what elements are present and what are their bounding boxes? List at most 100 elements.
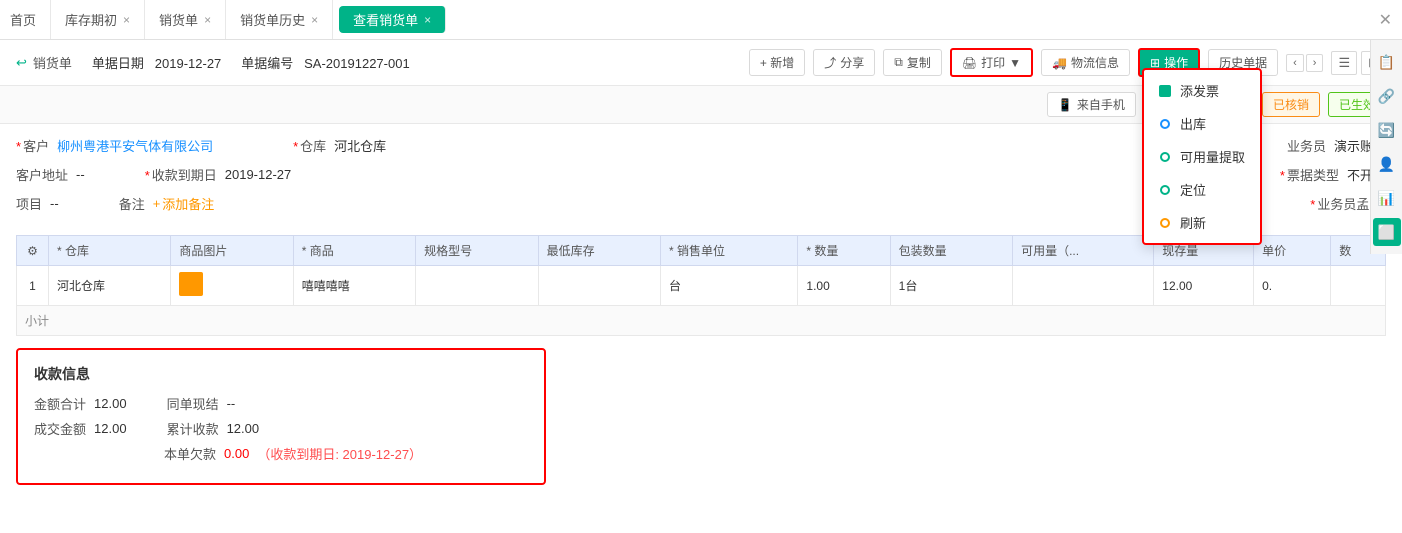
col-min-stock: 最低库存 [538,236,660,266]
sidebar-icon-5[interactable]: 📊 [1373,184,1401,212]
warehouse-value: 河北仓库 [334,136,386,155]
payment-due-label: 收款到期日 [145,165,217,184]
locate-item[interactable]: 定位 [1144,173,1260,206]
row-image [171,266,293,306]
ticket-type-label: 票据类型 [1280,165,1339,184]
tab-close-sales[interactable]: × [204,13,211,27]
refresh-icon [1158,216,1172,230]
col-settings[interactable]: ⚙ [17,236,49,266]
subtotal-label: 小计 [17,306,1386,336]
logistics-button[interactable]: 🚚 物流信息 [1041,49,1130,76]
remark-label: 备注 [119,194,145,213]
tab-view-sales[interactable]: 查看销货单 × [339,6,446,33]
logistics-icon: 🚚 [1052,56,1067,70]
col-warehouse: * 仓库 [49,236,171,266]
project-value: -- [50,196,59,211]
amount-total-label: 金额合计 [34,394,86,413]
customer-value[interactable]: 柳州粤港平安气体有限公司 [57,136,213,155]
sales-order-icon: ↩ [16,55,27,71]
payment-row-2: 成交金额 12.00 累计收款 12.00 [34,419,528,438]
warehouse-label: 仓库 [293,136,326,155]
list-view-icon[interactable]: ☰ [1331,51,1357,75]
col-qty: * 数量 [798,236,890,266]
tab-inventory-init[interactable]: 库存期初 × [51,0,145,39]
row-num: 1 [17,266,49,306]
refresh-item[interactable]: 刷新 [1144,206,1260,239]
amount-total-value: 12.00 [94,396,127,411]
same-order-label: 同单现结 [167,394,219,413]
print-button[interactable]: 🖨 打印 ▼ [950,48,1033,77]
sidebar-icon-expand[interactable]: ⬜ [1373,218,1401,246]
customer-label: 客户 [16,136,49,155]
row-unit: 台 [660,266,797,306]
table-section: ⚙ * 仓库 商品图片 * 商品 规格型号 最低库存 * 销售单位 * 数量 包… [0,235,1402,336]
row-extra [1331,266,1386,306]
payment-row-1: 金额合计 12.00 同单现结 -- [34,394,528,413]
warehouse-field: 仓库 河北仓库 [293,136,386,155]
due-label: 本单欠款 [164,444,216,463]
project-label: 项目 [16,194,42,213]
address-label: 客户地址 [16,165,68,184]
operation-dropdown: 添发票 出库 可用量提取 定位 刷新 [1142,68,1262,245]
row-unit-price: 0. [1254,266,1331,306]
row-product: 嘻嘻嘻嘻 [293,266,415,306]
out-warehouse-item[interactable]: 出库 [1144,107,1260,140]
sidebar-icon-1[interactable]: 📋 [1373,48,1401,76]
due-value: 0.00 [224,446,249,461]
col-image: 商品图片 [171,236,293,266]
nav-arrows: ‹ › [1286,54,1323,72]
sidebar-icon-4[interactable]: 👤 [1373,150,1401,178]
copy-icon: ⧉ [894,55,903,70]
prev-button[interactable]: ‹ [1286,54,1304,72]
row-min-stock [538,266,660,306]
right-sidebar: 📋 🔗 🔄 👤 📊 ⬜ [1370,40,1402,254]
product-image [179,272,203,296]
payment-title: 收款信息 [34,364,528,384]
available-qty-icon [1158,150,1172,164]
available-qty-item[interactable]: 可用量提取 [1144,140,1260,173]
doc-meta: 单据日期 2019-12-27 单据编号 SA-20191227-001 [92,53,410,72]
staff-label: 业务员 [1287,136,1326,155]
col-spec: 规格型号 [416,236,538,266]
address-field: 客户地址 -- [16,165,85,184]
tab-close-history[interactable]: × [311,13,318,27]
project-field: 项目 -- [16,194,59,213]
col-product: * 商品 [293,236,415,266]
add-remark-button[interactable]: + 添加备注 [153,194,215,213]
tab-sales-history[interactable]: 销货单历史 × [226,0,333,39]
sidebar-icon-3[interactable]: 🔄 [1373,116,1401,144]
row-available [1013,266,1154,306]
share-button[interactable]: ⤴ 分享 [813,49,875,76]
from-phone-button[interactable]: 📱 来自手机 [1047,92,1136,117]
row-pack: 1台 [890,266,1012,306]
row-qty: 1.00 [798,266,890,306]
share-icon: ⤴ [824,54,836,71]
out-warehouse-icon [1158,117,1172,131]
col-unit-price: 单价 [1254,236,1331,266]
add-invoice-item[interactable]: 添发票 [1144,74,1260,107]
tab-close-view[interactable]: × [424,13,431,27]
transaction-amount-label: 成交金额 [34,419,86,438]
copy-button[interactable]: ⧉ 复制 [883,49,942,76]
row-warehouse: 河北仓库 [49,266,171,306]
transaction-amount-value: 12.00 [94,421,127,436]
address-value: -- [76,167,85,182]
col-unit: * 销售单位 [660,236,797,266]
tab-close-inventory[interactable]: × [123,13,130,27]
tab-sales-order[interactable]: 销货单 × [145,0,226,39]
window-close-button[interactable]: ✕ [1379,10,1392,30]
new-button[interactable]: + 新增 [749,49,805,76]
plus-icon: + [153,196,161,211]
row-stock: 12.00 [1154,266,1254,306]
doc-actions: + 新增 ⤴ 分享 ⧉ 复制 🖨 打印 ▼ 🚚 物流信息 ⊞ 操作 [749,48,1386,77]
tab-home[interactable]: 首页 [10,0,51,39]
next-button[interactable]: › [1306,54,1324,72]
tab-bar: 首页 库存期初 × 销货单 × 销货单历史 × 查看销货单 × ✕ [0,0,1402,40]
transaction-amount-field: 成交金额 12.00 [34,419,127,438]
payment-row-3: 本单欠款 0.00 （收款到期日: 2019-12-27） [34,444,528,463]
due-date-note: （收款到期日: 2019-12-27） [257,444,422,463]
print-dropdown-icon: ▼ [1009,56,1021,70]
amount-total-field: 金额合计 12.00 [34,394,127,413]
sidebar-icon-2[interactable]: 🔗 [1373,82,1401,110]
remark-field: 备注 + 添加备注 [119,194,215,213]
